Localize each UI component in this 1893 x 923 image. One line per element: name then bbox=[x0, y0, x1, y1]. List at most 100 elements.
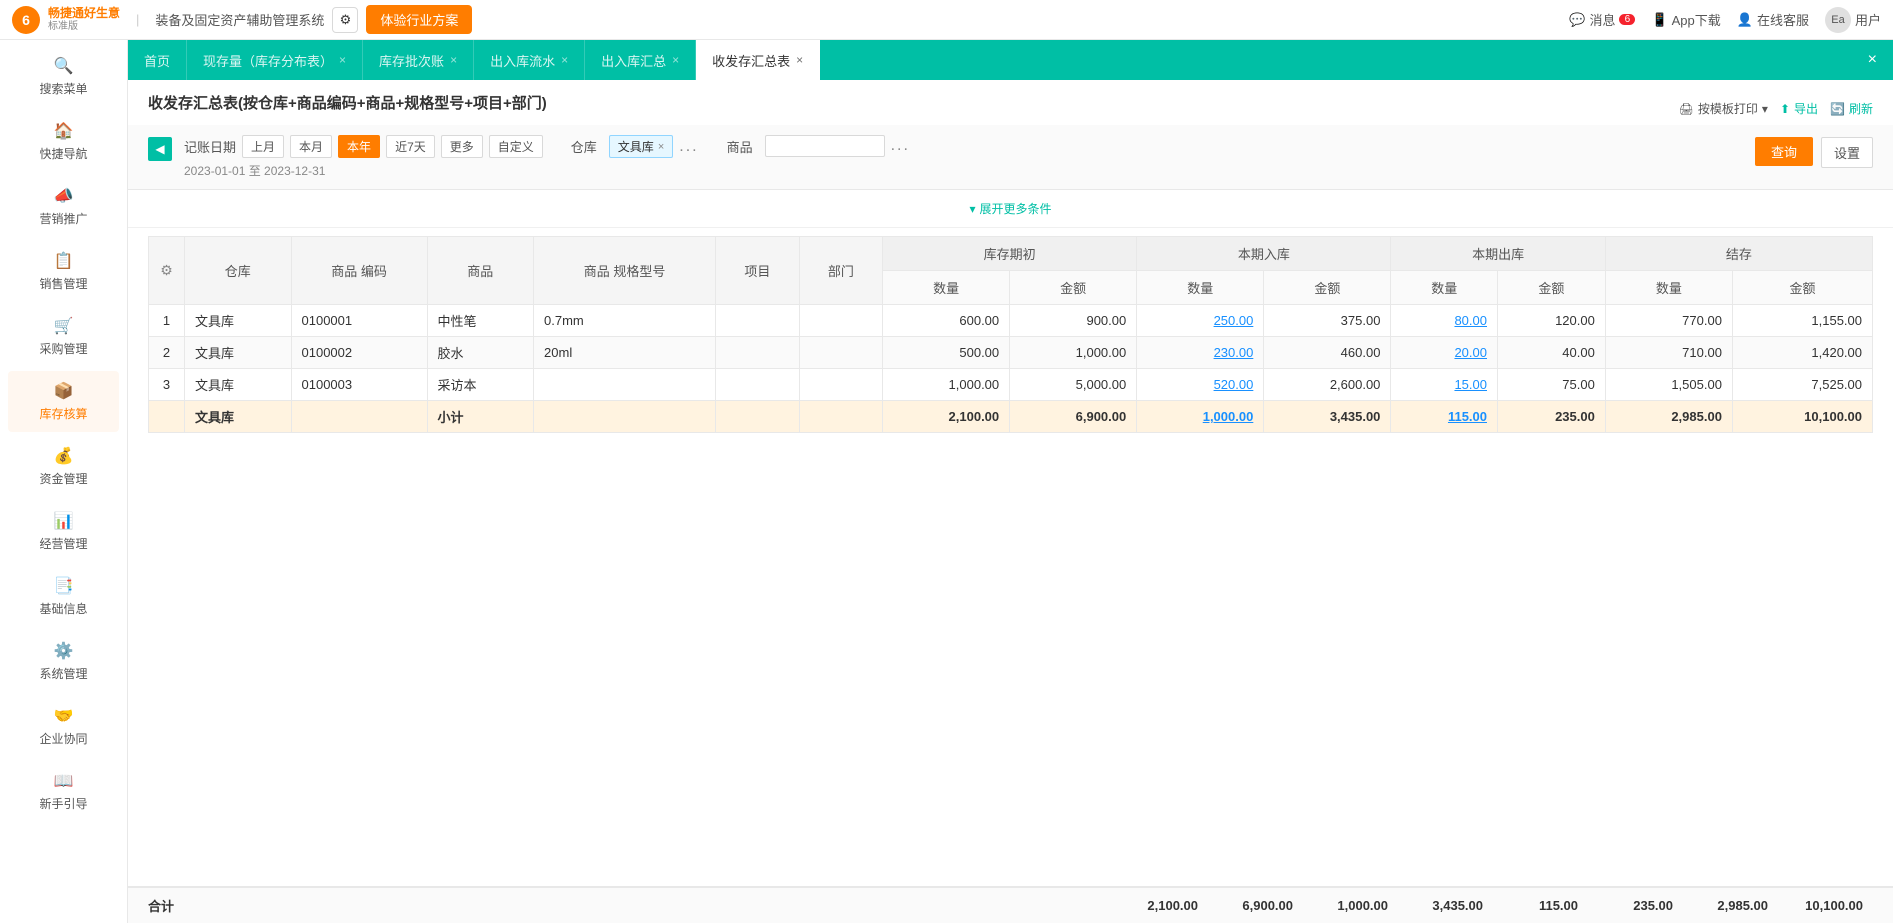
sidebar-item-purchase[interactable]: 🛒 采购管理 bbox=[8, 306, 119, 367]
th-goods-spec: 商品 规格型号 bbox=[534, 237, 716, 305]
sidebar-label-system: 系统管理 bbox=[39, 665, 87, 682]
table-row-open-qty: 2,100.00 bbox=[883, 401, 1010, 433]
sidebar-item-guide[interactable]: 📖 新手引导 bbox=[8, 761, 119, 822]
tab-recv-send[interactable]: 收发存汇总表 × bbox=[696, 40, 820, 80]
tab-batch-account-close[interactable]: × bbox=[450, 53, 457, 67]
sidebar-label-guide: 新手引导 bbox=[39, 795, 87, 812]
goods-label: 商品 bbox=[727, 137, 753, 156]
th-in-qty: 数量 bbox=[1137, 271, 1264, 305]
message-button[interactable]: 💬 消息 6 bbox=[1569, 10, 1635, 29]
tab-stock-summary-close[interactable]: × bbox=[672, 53, 679, 67]
message-label: 消息 bbox=[1589, 10, 1615, 29]
top-bar: 6 畅捷通好生意 标准版 | 装备及固定资产辅助管理系统 ⚙ 体验行业方案 💬 … bbox=[0, 0, 1893, 40]
tab-batch-account-label: 库存批次账 bbox=[379, 51, 444, 70]
tab-bar-close-all[interactable]: × bbox=[1852, 51, 1893, 69]
service-icon: 👤 bbox=[1737, 12, 1753, 28]
th-goods-name: 商品 bbox=[427, 237, 534, 305]
table-row-in-qty[interactable]: 1,000.00 bbox=[1137, 401, 1264, 433]
table-row-out-qty[interactable]: 80.00 bbox=[1391, 305, 1498, 337]
table-row-spec: 20ml bbox=[534, 337, 716, 369]
expand-chevron-icon: ▾ bbox=[969, 202, 975, 216]
date-btn-custom[interactable]: 自定义 bbox=[489, 135, 543, 158]
tab-home[interactable]: 首页 bbox=[128, 40, 187, 80]
table-row-in-qty[interactable]: 230.00 bbox=[1137, 337, 1264, 369]
tab-batch-account[interactable]: 库存批次账 × bbox=[363, 40, 474, 80]
expand-conditions-button[interactable]: ▾ 展开更多条件 bbox=[969, 196, 1051, 221]
user-button[interactable]: Ea 用户 bbox=[1825, 7, 1881, 33]
table-row-open-amt: 6,900.00 bbox=[1010, 401, 1137, 433]
goods-input[interactable] bbox=[765, 135, 885, 157]
search-icon: 🔍 bbox=[54, 56, 74, 76]
date-btn-last-month[interactable]: 上月 bbox=[242, 135, 284, 158]
date-btn-7days[interactable]: 近7天 bbox=[386, 135, 435, 158]
guide-icon: 📖 bbox=[54, 771, 74, 791]
online-service-button[interactable]: 👤 在线客服 bbox=[1737, 10, 1809, 29]
table-row-no: 1 bbox=[149, 305, 185, 337]
filter-toggle[interactable]: ◀ bbox=[148, 137, 172, 161]
footer-bal-amt: 10,100.00 bbox=[1778, 898, 1873, 913]
date-btn-this-month[interactable]: 本月 bbox=[290, 135, 332, 158]
tab-stock-summary[interactable]: 出入库汇总 × bbox=[585, 40, 696, 80]
table-row-name: 采访本 bbox=[427, 369, 534, 401]
sidebar-item-quicknav[interactable]: 🏠 快捷导航 bbox=[8, 111, 119, 172]
tab-stock-flow[interactable]: 出入库流水 × bbox=[474, 40, 585, 80]
table-row-out-qty[interactable]: 20.00 bbox=[1391, 337, 1498, 369]
th-project: 项目 bbox=[716, 237, 799, 305]
settings-gear-icon[interactable]: ⚙ bbox=[160, 262, 173, 278]
export-icon: ⬆ bbox=[1780, 102, 1790, 116]
date-btn-more[interactable]: 更多 bbox=[441, 135, 483, 158]
user-label: 用户 bbox=[1855, 10, 1881, 29]
print-button[interactable]: 🖨 按模板打印 ▾ bbox=[1679, 100, 1768, 117]
table-row-in-qty[interactable]: 520.00 bbox=[1137, 369, 1264, 401]
sidebar-item-sales[interactable]: 📋 销售管理 bbox=[8, 241, 119, 302]
warehouse-filter-dots[interactable]: ... bbox=[679, 138, 698, 156]
table-row-no bbox=[149, 401, 185, 433]
table-row-name: 中性笔 bbox=[427, 305, 534, 337]
sidebar-item-operations[interactable]: 📊 经营管理 bbox=[8, 501, 119, 562]
table-row-in-amt: 3,435.00 bbox=[1264, 401, 1391, 433]
sidebar-item-marketing[interactable]: 📣 营销推广 bbox=[8, 176, 119, 237]
footer-in-amt: 3,435.00 bbox=[1398, 898, 1493, 913]
table-row-out-qty[interactable]: 115.00 bbox=[1391, 401, 1498, 433]
refresh-button[interactable]: 🔄 刷新 bbox=[1830, 100, 1873, 117]
sidebar-item-collab[interactable]: 🤝 企业协同 bbox=[8, 696, 119, 757]
sidebar-item-finance[interactable]: 💰 资金管理 bbox=[8, 436, 119, 497]
filter-date-row: 记账日期 上月 本月 本年 近7天 更多 自定义 bbox=[184, 135, 543, 158]
goods-filter-dots[interactable]: ... bbox=[891, 137, 910, 155]
table-row-spec bbox=[534, 401, 716, 433]
export-button[interactable]: ⬆ 导出 bbox=[1780, 100, 1818, 117]
table-row-out-qty[interactable]: 15.00 bbox=[1391, 369, 1498, 401]
gear-button[interactable]: ⚙ bbox=[332, 7, 358, 33]
table-row-bal-qty: 770.00 bbox=[1605, 305, 1732, 337]
tab-inventory-dist[interactable]: 现存量（库存分布表） × bbox=[187, 40, 363, 80]
sidebar-item-inventory[interactable]: 📦 库存核算 bbox=[8, 371, 119, 432]
sidebar-item-basic[interactable]: 📑 基础信息 bbox=[8, 566, 119, 627]
tab-recv-send-close[interactable]: × bbox=[796, 53, 803, 67]
query-button[interactable]: 查询 bbox=[1755, 137, 1813, 166]
warehouse-tag-close[interactable]: × bbox=[658, 141, 664, 153]
warehouse-tag: 文具库 × bbox=[609, 135, 673, 158]
sidebar-label-collab: 企业协同 bbox=[39, 730, 87, 747]
trial-button[interactable]: 体验行业方案 bbox=[366, 5, 472, 34]
table-row-in-qty[interactable]: 250.00 bbox=[1137, 305, 1264, 337]
th-settings[interactable]: ⚙ bbox=[149, 237, 185, 305]
sidebar-item-system[interactable]: ⚙️ 系统管理 bbox=[8, 631, 119, 692]
sidebar-label-basic: 基础信息 bbox=[39, 600, 87, 617]
table-row-code: 0100001 bbox=[291, 305, 427, 337]
table-row-bal-amt: 10,100.00 bbox=[1732, 401, 1872, 433]
collab-icon: 🤝 bbox=[54, 706, 74, 726]
inventory-icon: 📦 bbox=[54, 381, 74, 401]
setting-button[interactable]: 设置 bbox=[1821, 137, 1873, 168]
page-content: 收发存汇总表(按仓库+商品编码+商品+规格型号+项目+部门) 🖨 按模板打印 ▾… bbox=[128, 80, 1893, 886]
filter-warehouse-section: 仓库 文具库 × ... bbox=[571, 135, 699, 158]
table-row-bal-amt: 1,155.00 bbox=[1732, 305, 1872, 337]
table-row-code: 0100003 bbox=[291, 369, 427, 401]
table-row-warehouse: 文具库 bbox=[185, 369, 292, 401]
tab-inventory-dist-close[interactable]: × bbox=[339, 53, 346, 67]
sidebar-label-marketing: 营销推广 bbox=[39, 210, 87, 227]
sidebar-item-search[interactable]: 🔍 搜索菜单 bbox=[8, 46, 119, 107]
date-btn-this-year[interactable]: 本年 bbox=[338, 135, 380, 158]
tab-stock-flow-close[interactable]: × bbox=[561, 53, 568, 67]
app-download-button[interactable]: 📱 App下载 bbox=[1651, 10, 1720, 29]
tab-inventory-dist-label: 现存量（库存分布表） bbox=[203, 51, 333, 70]
